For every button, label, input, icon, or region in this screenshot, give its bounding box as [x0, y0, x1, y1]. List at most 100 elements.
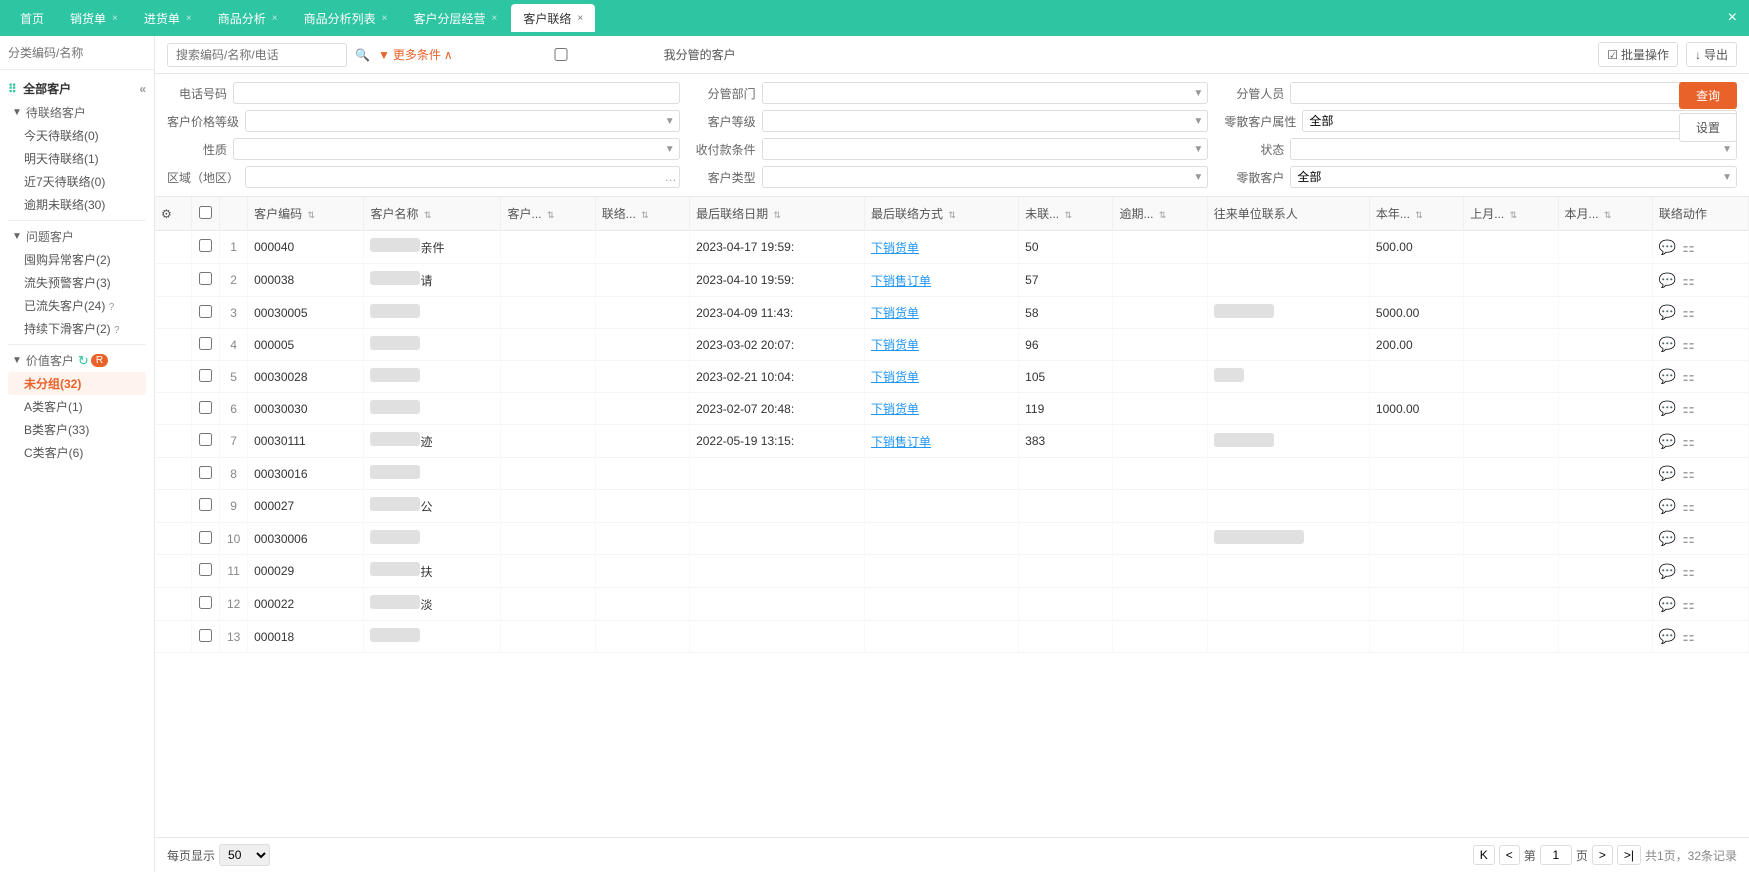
row-last-contact-method[interactable]: [865, 523, 1019, 555]
row-checkbox[interactable]: [199, 629, 212, 642]
row-message-icon[interactable]: 💬: [1659, 272, 1676, 289]
sidebar-search-input[interactable]: [8, 46, 155, 60]
sidebar-item-today-pending[interactable]: 今天待联络(0): [8, 124, 146, 147]
sidebar-group-pending[interactable]: ▼ 待联络客户: [8, 101, 146, 124]
row-grid-icon[interactable]: ⚏: [1682, 433, 1695, 450]
row-checkbox[interactable]: [199, 305, 212, 318]
sidebar-item-class-c[interactable]: C类客户(6): [8, 441, 146, 464]
batch-ops-btn[interactable]: ☑ 批量操作: [1598, 42, 1678, 67]
row-checkbox[interactable]: [199, 401, 212, 414]
select-all-checkbox[interactable]: [199, 206, 212, 219]
th-settings[interactable]: ⚙: [155, 197, 192, 231]
row-message-icon[interactable]: 💬: [1659, 596, 1676, 613]
row-grid-icon[interactable]: ⚏: [1682, 628, 1695, 645]
more-conditions-btn[interactable]: ▼ 更多条件 ∧: [378, 46, 453, 63]
row-last-contact-method[interactable]: [865, 588, 1019, 621]
row-grid-icon[interactable]: ⚏: [1682, 336, 1695, 353]
customer-type-select[interactable]: [762, 166, 1209, 188]
row-message-icon[interactable]: 💬: [1659, 530, 1676, 547]
row-checkbox[interactable]: [199, 466, 212, 479]
row-message-icon[interactable]: 💬: [1659, 498, 1676, 515]
sidebar-item-loss-warning[interactable]: 流失预警客户(3): [8, 271, 146, 294]
row-grid-icon[interactable]: ⚏: [1682, 465, 1695, 482]
row-message-icon[interactable]: 💬: [1659, 304, 1676, 321]
row-message-icon[interactable]: 💬: [1659, 628, 1676, 645]
row-last-contact-method[interactable]: 下销货单: [865, 329, 1019, 361]
tab-home[interactable]: 首页: [8, 4, 56, 32]
price-level-select[interactable]: [245, 110, 680, 132]
row-last-contact-method[interactable]: [865, 490, 1019, 523]
row-last-contact-method[interactable]: [865, 621, 1019, 653]
row-checkbox[interactable]: [199, 596, 212, 609]
row-checkbox[interactable]: [199, 337, 212, 350]
row-last-contact-method[interactable]: 下销售订单: [865, 264, 1019, 297]
tab-customer-mgr[interactable]: 客户分层经营 ×: [401, 4, 509, 32]
filter-search-icon[interactable]: 🔍: [355, 48, 370, 62]
retail-attr-select[interactable]: 全部: [1302, 110, 1737, 132]
row-grid-icon[interactable]: ⚏: [1682, 368, 1695, 385]
row-checkbox[interactable]: [199, 272, 212, 285]
row-last-contact-method[interactable]: 下销售订单: [865, 425, 1019, 458]
prev-page-btn[interactable]: <: [1499, 845, 1520, 865]
sales-tab-close[interactable]: ×: [112, 13, 118, 24]
customer-level-select[interactable]: [762, 110, 1209, 132]
row-message-icon[interactable]: 💬: [1659, 563, 1676, 580]
person-input[interactable]: [1290, 82, 1737, 104]
row-grid-icon[interactable]: ⚏: [1682, 530, 1695, 547]
payment-select[interactable]: [762, 138, 1209, 160]
sidebar-item-tomorrow-pending[interactable]: 明天待联络(1): [8, 147, 146, 170]
sidebar-item-lost[interactable]: 已流失客户(24) ?: [8, 294, 146, 317]
sidebar-item-class-a[interactable]: A类客户(1): [8, 395, 146, 418]
value-refresh-icon[interactable]: ↻: [78, 353, 89, 369]
row-grid-icon[interactable]: ⚏: [1682, 596, 1695, 613]
row-message-icon[interactable]: 💬: [1659, 336, 1676, 353]
sidebar-all-customers[interactable]: ⠿ 全部客户 «: [8, 76, 146, 101]
sidebar-group-value[interactable]: ▼ 价值客户 ↻ R: [8, 349, 146, 372]
sidebar-item-7day-pending[interactable]: 近7天待联络(0): [8, 170, 146, 193]
sidebar-item-declining[interactable]: 持续下滑客户(2) ?: [8, 317, 146, 340]
th-this-month[interactable]: 本月... ⇅: [1558, 197, 1652, 231]
search-input[interactable]: [167, 43, 347, 67]
th-this-year[interactable]: 本年... ⇅: [1369, 197, 1463, 231]
row-message-icon[interactable]: 💬: [1659, 368, 1676, 385]
phone-input[interactable]: [233, 82, 680, 104]
row-checkbox[interactable]: [199, 498, 212, 511]
sidebar-group-problem[interactable]: ▼ 问题客户: [8, 225, 146, 248]
sidebar-item-hoarding[interactable]: 囤购异常客户(2): [8, 248, 146, 271]
row-last-contact-method[interactable]: [865, 555, 1019, 588]
th-uncontacted[interactable]: 未联... ⇅: [1019, 197, 1113, 231]
th-overdue[interactable]: 逾期... ⇅: [1113, 197, 1207, 231]
next-page-btn[interactable]: >: [1592, 845, 1613, 865]
row-grid-icon[interactable]: ⚏: [1682, 304, 1695, 321]
customer-mgr-tab-close[interactable]: ×: [491, 13, 497, 24]
row-checkbox[interactable]: [199, 239, 212, 252]
sidebar-item-overdue-pending[interactable]: 逾期未联络(30): [8, 193, 146, 216]
query-btn[interactable]: 查询: [1679, 82, 1737, 109]
row-last-contact-method[interactable]: [865, 458, 1019, 490]
row-grid-icon[interactable]: ⚏: [1682, 400, 1695, 417]
status-select[interactable]: [1290, 138, 1737, 160]
gender-select[interactable]: [233, 138, 680, 160]
row-last-contact-method[interactable]: 下销货单: [865, 231, 1019, 264]
th-last-date[interactable]: 最后联络日期 ⇅: [690, 197, 865, 231]
th-code[interactable]: 客户编码 ⇅: [248, 197, 364, 231]
th-last-month[interactable]: 上月... ⇅: [1464, 197, 1558, 231]
page-number-input[interactable]: [1540, 845, 1572, 865]
my-customers-checkbox-label[interactable]: 我分管的客户: [461, 46, 736, 63]
row-grid-icon[interactable]: ⚏: [1682, 498, 1695, 515]
export-btn[interactable]: ↓ 导出: [1686, 42, 1737, 67]
row-message-icon[interactable]: 💬: [1659, 239, 1676, 256]
row-last-contact-method[interactable]: 下销货单: [865, 297, 1019, 329]
row-grid-icon[interactable]: ⚏: [1682, 239, 1695, 256]
sidebar-collapse-btn[interactable]: «: [139, 82, 146, 96]
tab-sales[interactable]: 销货单 ×: [58, 4, 130, 32]
sidebar-item-class-b[interactable]: B类客户(33): [8, 418, 146, 441]
window-close-btn[interactable]: ×: [1724, 9, 1741, 27]
tab-analysis-list[interactable]: 商品分析列表 ×: [292, 4, 400, 32]
region-dots-btn[interactable]: …: [665, 170, 677, 184]
reset-btn[interactable]: 设置: [1679, 113, 1737, 142]
row-message-icon[interactable]: 💬: [1659, 400, 1676, 417]
th-last-method[interactable]: 最后联络方式 ⇅: [865, 197, 1019, 231]
my-customers-checkbox[interactable]: [461, 48, 661, 61]
row-message-icon[interactable]: 💬: [1659, 465, 1676, 482]
